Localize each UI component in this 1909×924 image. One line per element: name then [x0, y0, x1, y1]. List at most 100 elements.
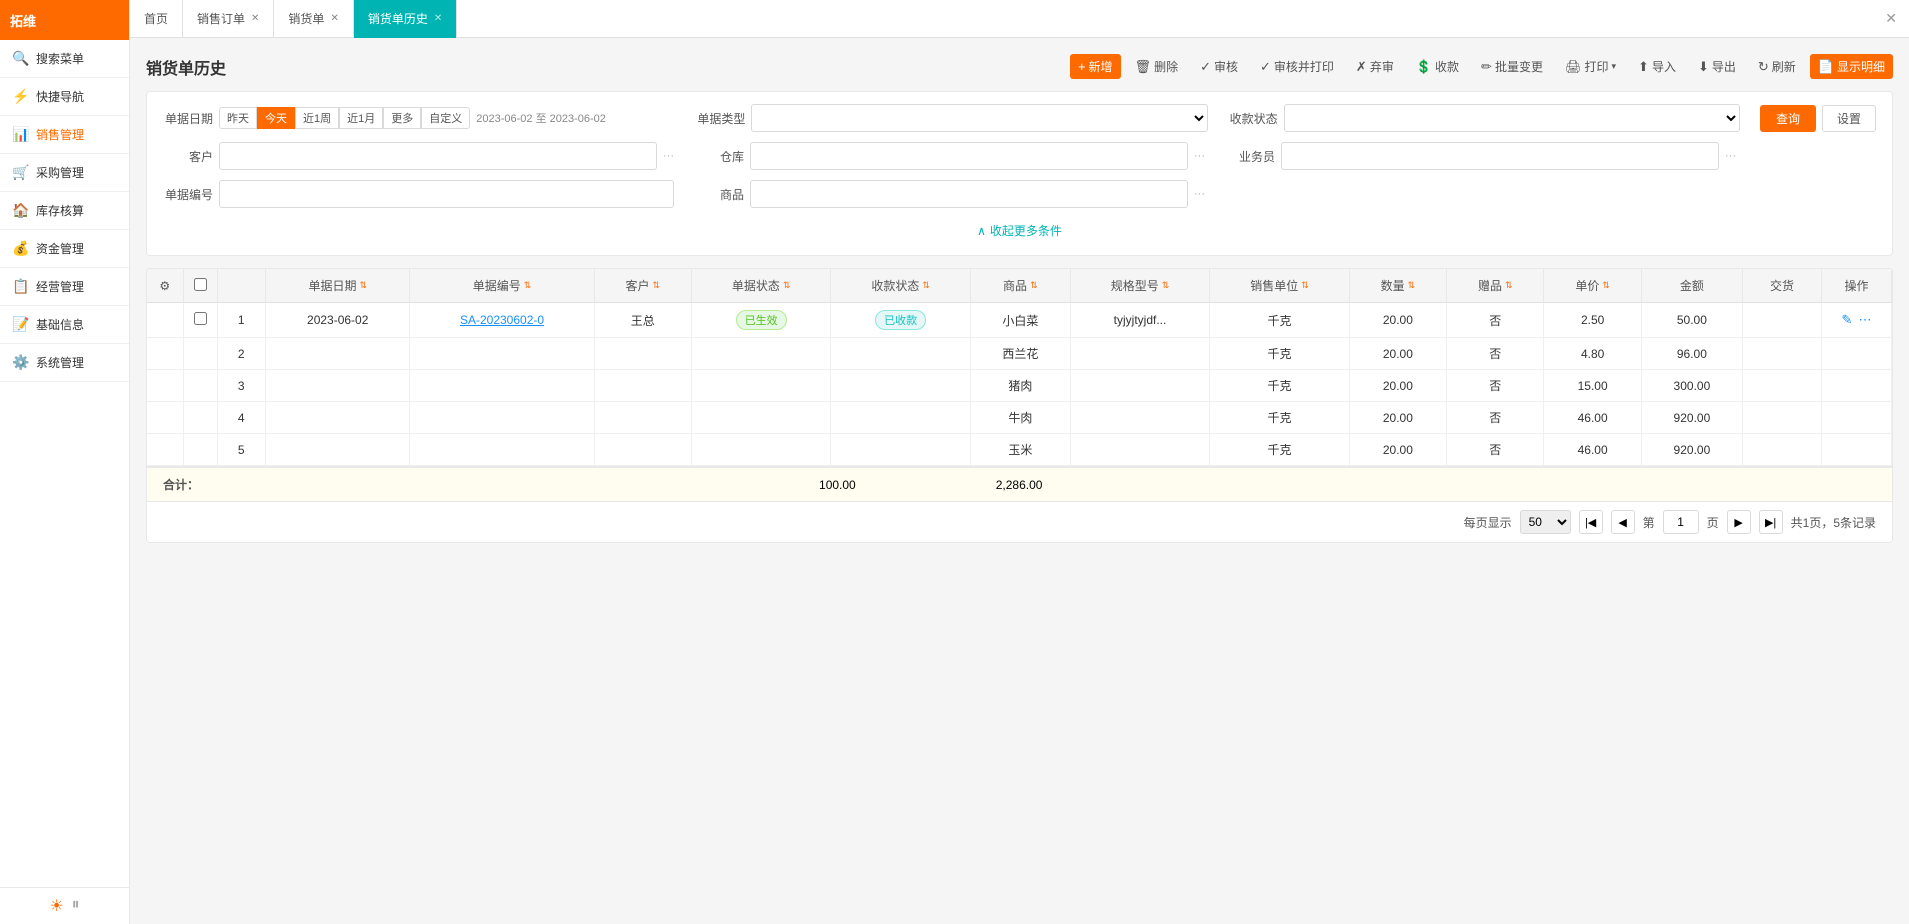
warehouse-input[interactable] [750, 142, 1188, 170]
cell-goods-1: 西兰花 [970, 338, 1070, 370]
prev-page-button[interactable]: ◀ [1611, 510, 1635, 534]
tab-sales-history[interactable]: 销货单历史 ✕ [354, 0, 457, 38]
doc-number-input[interactable] [219, 180, 674, 208]
collapse-button[interactable]: ∧ 收起更多条件 [973, 218, 1066, 243]
total-info: 共1页，5条记录 [1791, 514, 1876, 531]
date-tab-yesterday[interactable]: 昨天 [219, 107, 257, 129]
select-all-checkbox[interactable] [194, 278, 207, 291]
sidebar-item-search-menu[interactable]: 🔍 搜索菜单 [0, 40, 129, 78]
col-doc-date[interactable]: 单据日期 ⇅ [266, 269, 410, 303]
tab-home[interactable]: 首页 [130, 0, 183, 38]
sidebar-bottom-icon2[interactable]: ⏸ [72, 896, 80, 916]
date-tab-1month[interactable]: 近1月 [339, 107, 383, 129]
customer-input[interactable] [219, 142, 657, 170]
cell-customer-2 [594, 370, 691, 402]
more-icon-0[interactable]: ⋯ [1858, 312, 1871, 328]
date-tab-7days[interactable]: 近1周 [295, 107, 339, 129]
abandon-button[interactable]: ✗ 弃审 [1348, 54, 1402, 79]
cell-action-0: ✎⋯ [1822, 303, 1892, 338]
sidebar-item-operations-mgmt[interactable]: 📋 经营管理 [0, 268, 129, 306]
sort-unit-icon: ⇅ [1301, 280, 1309, 291]
page-size-label: 每页显示 [1464, 514, 1512, 531]
table-scroll: ⚙ 单据日期 ⇅ [147, 269, 1892, 466]
import-button[interactable]: ⬆ 导入 [1630, 54, 1684, 79]
table-row: 4 牛肉 千克 20.00 否 46.00 920.00 [147, 402, 1892, 434]
batch-change-button[interactable]: ✏ 批量变更 [1473, 54, 1551, 79]
gear-settings-icon[interactable]: ⚙ [159, 279, 170, 293]
goods-input[interactable] [750, 180, 1188, 208]
window-close-button[interactable]: ✕ [1873, 10, 1909, 27]
salesperson-ellipsis[interactable]: ··· [1725, 150, 1736, 162]
sidebar-item-quick-nav[interactable]: ⚡ 快捷导航 [0, 78, 129, 116]
goods-ellipsis[interactable]: ··· [1194, 188, 1205, 200]
sidebar-bottom-icon1[interactable]: ☀ [49, 896, 63, 916]
collapse-label: 收起更多条件 [990, 222, 1062, 239]
cell-unit-price-4: 46.00 [1544, 434, 1641, 466]
next-page-button[interactable]: ▶ [1727, 510, 1751, 534]
sidebar-item-system-mgmt[interactable]: ⚙️ 系统管理 [0, 344, 129, 382]
cell-gear-0 [147, 303, 183, 338]
salesperson-input[interactable] [1281, 142, 1719, 170]
col-unit-price[interactable]: 单价 ⇅ [1544, 269, 1641, 303]
sidebar-item-label: 资金管理 [36, 240, 84, 257]
first-page-button[interactable]: |◀ [1579, 510, 1603, 534]
last-page-button[interactable]: ▶| [1759, 510, 1783, 534]
tab-sales-delivery-label: 销货单 [288, 10, 324, 27]
sidebar-item-sales-mgmt[interactable]: 📊 销售管理 [0, 116, 129, 154]
cell-checkbox-4 [183, 434, 217, 466]
export-button[interactable]: ⬇ 导出 [1690, 54, 1744, 79]
print-button[interactable]: 🖨 打印 ▾ [1557, 54, 1624, 79]
col-customer[interactable]: 客户 ⇅ [594, 269, 691, 303]
sidebar-item-purchase-mgmt[interactable]: 🛒 采购管理 [0, 154, 129, 192]
display-detail-button[interactable]: 📄 显示明细 [1810, 54, 1893, 79]
toolbar: + 新增 🗑 删除 ✓ 审核 ✓ 审核并打印 ✗ 弃审 [1070, 54, 1893, 79]
customer-ellipsis[interactable]: ··· [663, 150, 674, 162]
new-button[interactable]: + 新增 [1070, 54, 1121, 79]
col-unit[interactable]: 销售单位 ⇅ [1210, 269, 1349, 303]
tab-sales-delivery[interactable]: 销货单 ✕ [274, 0, 353, 38]
page-number-input[interactable] [1663, 510, 1699, 534]
setting-button[interactable]: 设置 [1822, 105, 1876, 132]
refresh-button[interactable]: ↻ 刷新 [1750, 54, 1804, 79]
col-goods[interactable]: 商品 ⇅ [970, 269, 1070, 303]
collect-status-select[interactable] [1284, 104, 1740, 132]
col-collect-status[interactable]: 收款状态 ⇅ [831, 269, 970, 303]
col-doc-number[interactable]: 单据编号 ⇅ [410, 269, 594, 303]
tab-sales-history-close[interactable]: ✕ [434, 13, 442, 24]
date-tab-today[interactable]: 今天 [257, 107, 295, 129]
audit-print-button[interactable]: ✓ 审核并打印 [1252, 54, 1342, 79]
date-tab-custom[interactable]: 自定义 [421, 107, 470, 129]
col-qty[interactable]: 数量 ⇅ [1349, 269, 1446, 303]
col-gift-label: 赠品 [1478, 277, 1502, 294]
delete-button[interactable]: 🗑 删除 [1127, 54, 1187, 79]
sidebar-item-inventory-calc[interactable]: 🏠 库存核算 [0, 192, 129, 230]
tab-sales-order-close[interactable]: ✕ [251, 13, 259, 24]
tab-sales-order[interactable]: 销售订单 ✕ [183, 0, 274, 38]
sidebar-item-finance-mgmt[interactable]: 💰 资金管理 [0, 230, 129, 268]
collect-button[interactable]: 💲 收款 [1408, 54, 1467, 79]
collect-status-badge-0: 已收款 [875, 310, 926, 330]
warehouse-ellipsis[interactable]: ··· [1194, 150, 1205, 162]
col-doc-status[interactable]: 单据状态 ⇅ [691, 269, 830, 303]
col-collect-status-label: 收款状态 [871, 277, 919, 294]
audit-button[interactable]: ✓ 审核 [1192, 54, 1246, 79]
tab-sales-history-label: 销货单历史 [368, 10, 428, 27]
doc-number-link-0[interactable]: SA-20230602-0 [460, 313, 544, 327]
abandon-icon: ✗ [1356, 59, 1367, 75]
collect-icon: 💲 [1416, 59, 1432, 75]
edit-icon-0[interactable]: ✎ [1842, 312, 1853, 328]
col-spec[interactable]: 规格型号 ⇅ [1070, 269, 1209, 303]
filter-date: 单据日期 昨天 今天 近1周 近1月 更多 自定义 2023-06-02 至 2… [163, 107, 675, 129]
doc-type-select[interactable] [751, 104, 1207, 132]
page-size-select[interactable]: 50 10 20 100 [1520, 510, 1571, 534]
query-button[interactable]: 查询 [1760, 105, 1816, 132]
col-gift[interactable]: 赠品 ⇅ [1447, 269, 1544, 303]
tab-sales-delivery-close[interactable]: ✕ [330, 13, 338, 24]
date-tab-more[interactable]: 更多 [383, 107, 421, 129]
sidebar-item-basic-info[interactable]: 📝 基础信息 [0, 306, 129, 344]
row-checkbox-0[interactable] [194, 312, 207, 325]
cell-delivery-3 [1742, 402, 1821, 434]
cell-unit-1: 千克 [1210, 338, 1349, 370]
warehouse-filter-label: 仓库 [694, 148, 744, 165]
cell-action-3 [1822, 402, 1892, 434]
